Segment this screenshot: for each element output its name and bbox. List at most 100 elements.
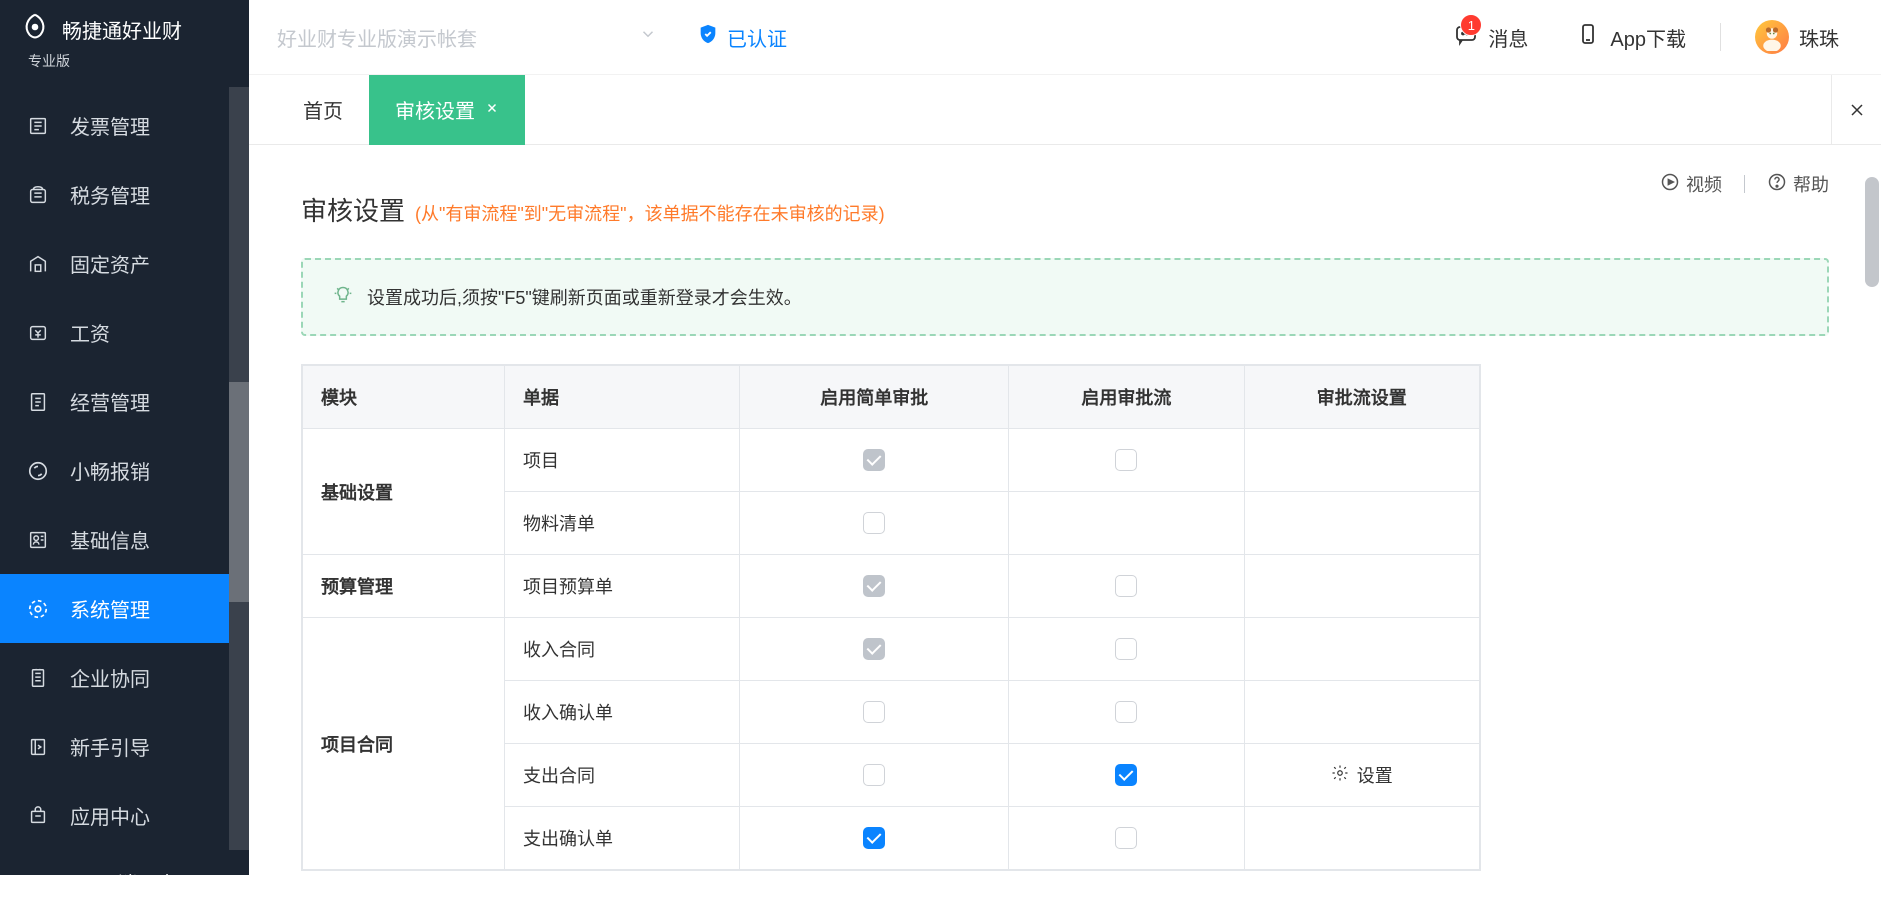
column-header: 启用简单审批 [740, 366, 1009, 429]
flow-settings-link[interactable]: 设置 [1331, 762, 1393, 788]
helpbar-divider [1744, 175, 1745, 193]
message-button[interactable]: 1 消息 [1440, 22, 1542, 52]
page-subtitle: (从"有审流程"到"无审流程"，该单据不能存在未审核的记录) [415, 200, 885, 226]
column-header: 启用审批流 [1009, 366, 1244, 429]
user-menu[interactable]: 珠珠 [1741, 20, 1853, 54]
tab-audit[interactable]: 审核设置 [369, 75, 525, 145]
fixed-asset-icon [26, 252, 50, 276]
content-scrollbar-track[interactable] [1861, 145, 1881, 875]
close-icon[interactable] [485, 98, 499, 121]
help-label: 帮助 [1793, 171, 1829, 197]
content-scrollbar-thumb[interactable] [1865, 177, 1879, 287]
help-icon [1767, 172, 1787, 197]
account-select-label: 好业财专业版演示帐套 [277, 23, 477, 52]
doc-cell: 物料清单 [505, 492, 740, 555]
approval-flow-checkbox[interactable] [1115, 449, 1137, 471]
lightbulb-icon [333, 285, 353, 310]
sidebar-item-tax[interactable]: 税务管理 [0, 160, 249, 229]
appcenter-icon [26, 804, 50, 828]
operation-icon [26, 390, 50, 414]
sidebar-item-basic[interactable]: 基础信息 [0, 505, 249, 574]
sidebar-item-label: 新手引导 [70, 732, 150, 761]
payroll-icon [26, 321, 50, 345]
help-link[interactable]: 帮助 [1767, 171, 1829, 197]
certified-label: 已认证 [727, 23, 787, 52]
doc-cell: 项目预算单 [505, 555, 740, 618]
logo-text: 畅捷通好业财 [62, 15, 182, 44]
tabs-close-all[interactable] [1831, 75, 1881, 145]
logo: 畅捷通好业财 [0, 0, 249, 49]
table-row: 基础设置项目 [303, 429, 1480, 492]
sidebar-scrollbar-track[interactable] [229, 87, 249, 850]
download-button[interactable]: App下载 [1562, 22, 1700, 52]
logo-icon [18, 10, 52, 49]
notice-banner: 设置成功后,须按"F5"键刷新页面或重新登录才会生效。 [301, 258, 1829, 336]
tabs: 首页审核设置 [249, 75, 1881, 145]
module-cell: 基础设置 [303, 429, 505, 555]
approval-flow-checkbox[interactable] [1115, 575, 1137, 597]
video-label: 视频 [1686, 171, 1722, 197]
sidebar-unpin-button[interactable]: 取消固定 [0, 850, 249, 915]
content: 视频 帮助 审核设置 (从"有审流程"到"无审流程"，该单据不能存在未审核的记录… [249, 145, 1881, 875]
approval-flow-checkbox[interactable] [1115, 701, 1137, 723]
collab-icon [26, 666, 50, 690]
settings-label: 设置 [1357, 762, 1393, 788]
sidebar-item-label: 系统管理 [70, 594, 150, 623]
simple-approval-checkbox[interactable] [863, 512, 885, 534]
tax-icon [26, 183, 50, 207]
sidebar-scrollbar-thumb[interactable] [229, 382, 249, 602]
sidebar-item-payroll[interactable]: 工资 [0, 298, 249, 367]
logo-subtitle: 专业版 [0, 49, 249, 87]
main: 好业财专业版演示帐套 已认证 1 消息 App下载 [249, 0, 1881, 875]
sidebar-item-guide[interactable]: 新手引导 [0, 712, 249, 781]
certified-badge: 已认证 [697, 23, 787, 52]
basic-icon [26, 528, 50, 552]
simple-approval-checkbox[interactable] [863, 701, 885, 723]
help-bar: 视频 帮助 [1660, 171, 1829, 197]
guide-icon [26, 735, 50, 759]
sidebar-item-appcenter[interactable]: 应用中心 [0, 781, 249, 850]
doc-cell: 收入确认单 [505, 681, 740, 744]
sidebar-item-expense[interactable]: 小畅报销 [0, 436, 249, 505]
simple-approval-checkbox[interactable] [863, 764, 885, 786]
account-select[interactable]: 好业财专业版演示帐套 [277, 23, 657, 52]
page-title: 审核设置 [301, 191, 405, 228]
sidebar-item-fixed-asset[interactable]: 固定资产 [0, 229, 249, 298]
table-row: 预算管理项目预算单 [303, 555, 1480, 618]
simple-approval-checkbox[interactable] [863, 449, 885, 471]
chevron-down-icon [639, 25, 657, 49]
simple-approval-checkbox[interactable] [863, 575, 885, 597]
sidebar-item-invoice[interactable]: 发票管理 [0, 91, 249, 160]
approval-flow-checkbox[interactable] [1115, 827, 1137, 849]
user-label: 珠珠 [1799, 23, 1839, 52]
sidebar-item-label: 基础信息 [70, 525, 150, 554]
tab-home[interactable]: 首页 [277, 75, 369, 145]
sidebar-item-label: 发票管理 [70, 111, 150, 140]
sidebar-item-collab[interactable]: 企业协同 [0, 643, 249, 712]
phone-icon [1576, 22, 1600, 52]
gear-icon [1331, 764, 1349, 787]
avatar [1755, 20, 1789, 54]
approval-flow-checkbox[interactable] [1115, 638, 1137, 660]
simple-approval-checkbox[interactable] [863, 638, 885, 660]
video-link[interactable]: 视频 [1660, 171, 1722, 197]
system-icon [26, 597, 50, 621]
topbar: 好业财专业版演示帐套 已认证 1 消息 App下载 [249, 0, 1881, 75]
simple-approval-checkbox[interactable] [863, 827, 885, 849]
column-header: 模块 [303, 366, 505, 429]
topbar-divider [1720, 23, 1721, 51]
doc-cell: 支出合同 [505, 744, 740, 807]
sidebar-item-operation[interactable]: 经营管理 [0, 367, 249, 436]
sidebar-item-label: 工资 [70, 318, 110, 347]
sidebar-item-label: 经营管理 [70, 387, 150, 416]
module-cell: 预算管理 [303, 555, 505, 618]
message-badge: 1 [1460, 14, 1482, 36]
module-cell: 项目合同 [303, 618, 505, 870]
sidebar-item-system[interactable]: 系统管理 [0, 574, 249, 643]
approval-flow-checkbox[interactable] [1115, 764, 1137, 786]
column-header: 审批流设置 [1244, 366, 1479, 429]
table-row: 项目合同收入合同 [303, 618, 1480, 681]
doc-cell: 项目 [505, 429, 740, 492]
doc-cell: 支出确认单 [505, 807, 740, 870]
expense-icon [26, 459, 50, 483]
